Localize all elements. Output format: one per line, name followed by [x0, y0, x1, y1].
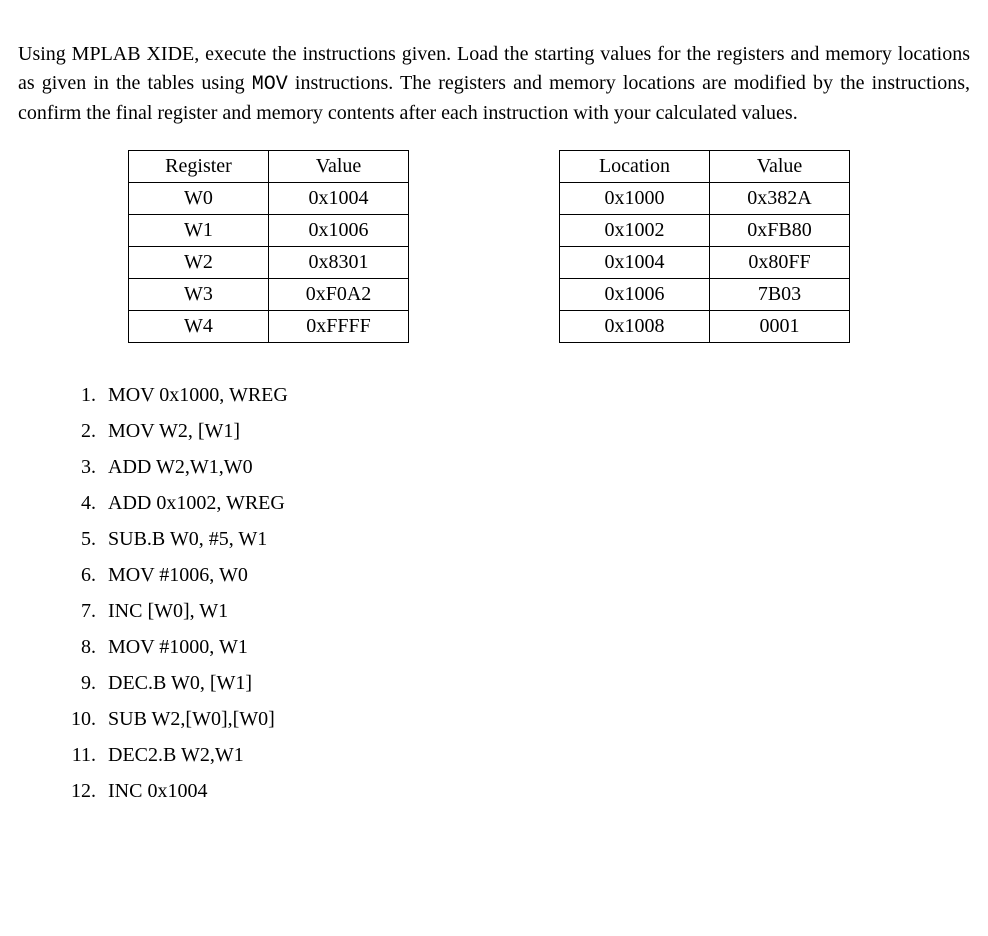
mem-location: 0x1006: [560, 279, 710, 311]
mem-value: 0x80FF: [710, 247, 850, 279]
table-row: 0x1004 0x80FF: [560, 247, 850, 279]
instruction-item: ADD 0x1002, WREG: [60, 489, 970, 518]
table-row: 0x1006 7B03: [560, 279, 850, 311]
reg-value: 0x1004: [269, 183, 409, 215]
mem-value: 0xFB80: [710, 215, 850, 247]
instruction-item: ADD W2,W1,W0: [60, 453, 970, 482]
instruction-item: MOV #1000, W1: [60, 633, 970, 662]
table-row: W2 0x8301: [129, 247, 409, 279]
instruction-item: INC [W0], W1: [60, 597, 970, 626]
instruction-item: MOV 0x1000, WREG: [60, 381, 970, 410]
table-row: W3 0xF0A2: [129, 279, 409, 311]
instruction-item: INC 0x1004: [60, 777, 970, 806]
mem-value: 7B03: [710, 279, 850, 311]
reg-name: W4: [129, 311, 269, 343]
table-row: W4 0xFFFF: [129, 311, 409, 343]
instruction-item: DEC2.B W2,W1: [60, 741, 970, 770]
instruction-item: MOV W2, [W1]: [60, 417, 970, 446]
reg-header-register: Register: [129, 151, 269, 183]
table-row: 0x1000 0x382A: [560, 183, 850, 215]
mem-value: 0x382A: [710, 183, 850, 215]
reg-value: 0xF0A2: [269, 279, 409, 311]
intro-code: MOV: [252, 73, 288, 96]
reg-header-value: Value: [269, 151, 409, 183]
mem-header-value: Value: [710, 151, 850, 183]
mem-location: 0x1004: [560, 247, 710, 279]
reg-name: W2: [129, 247, 269, 279]
mem-value: 0001: [710, 311, 850, 343]
reg-value: 0x8301: [269, 247, 409, 279]
register-table: Register Value W0 0x1004 W1 0x1006 W2 0x…: [128, 150, 409, 343]
reg-value: 0x1006: [269, 215, 409, 247]
table-header-row: Location Value: [560, 151, 850, 183]
mem-location: 0x1000: [560, 183, 710, 215]
reg-name: W3: [129, 279, 269, 311]
table-header-row: Register Value: [129, 151, 409, 183]
tables-row: Register Value W0 0x1004 W1 0x1006 W2 0x…: [128, 150, 970, 343]
instruction-item: DEC.B W0, [W1]: [60, 669, 970, 698]
mem-location: 0x1008: [560, 311, 710, 343]
table-row: 0x1002 0xFB80: [560, 215, 850, 247]
intro-paragraph: Using MPLAB XIDE, execute the instructio…: [18, 40, 970, 128]
instruction-item: SUB W2,[W0],[W0]: [60, 705, 970, 734]
reg-name: W0: [129, 183, 269, 215]
reg-name: W1: [129, 215, 269, 247]
instruction-item: MOV #1006, W0: [60, 561, 970, 590]
memory-table: Location Value 0x1000 0x382A 0x1002 0xFB…: [559, 150, 850, 343]
mem-header-location: Location: [560, 151, 710, 183]
table-row: W0 0x1004: [129, 183, 409, 215]
instruction-item: SUB.B W0, #5, W1: [60, 525, 970, 554]
table-row: W1 0x1006: [129, 215, 409, 247]
table-row: 0x1008 0001: [560, 311, 850, 343]
mem-location: 0x1002: [560, 215, 710, 247]
reg-value: 0xFFFF: [269, 311, 409, 343]
instruction-list: MOV 0x1000, WREG MOV W2, [W1] ADD W2,W1,…: [60, 381, 970, 806]
